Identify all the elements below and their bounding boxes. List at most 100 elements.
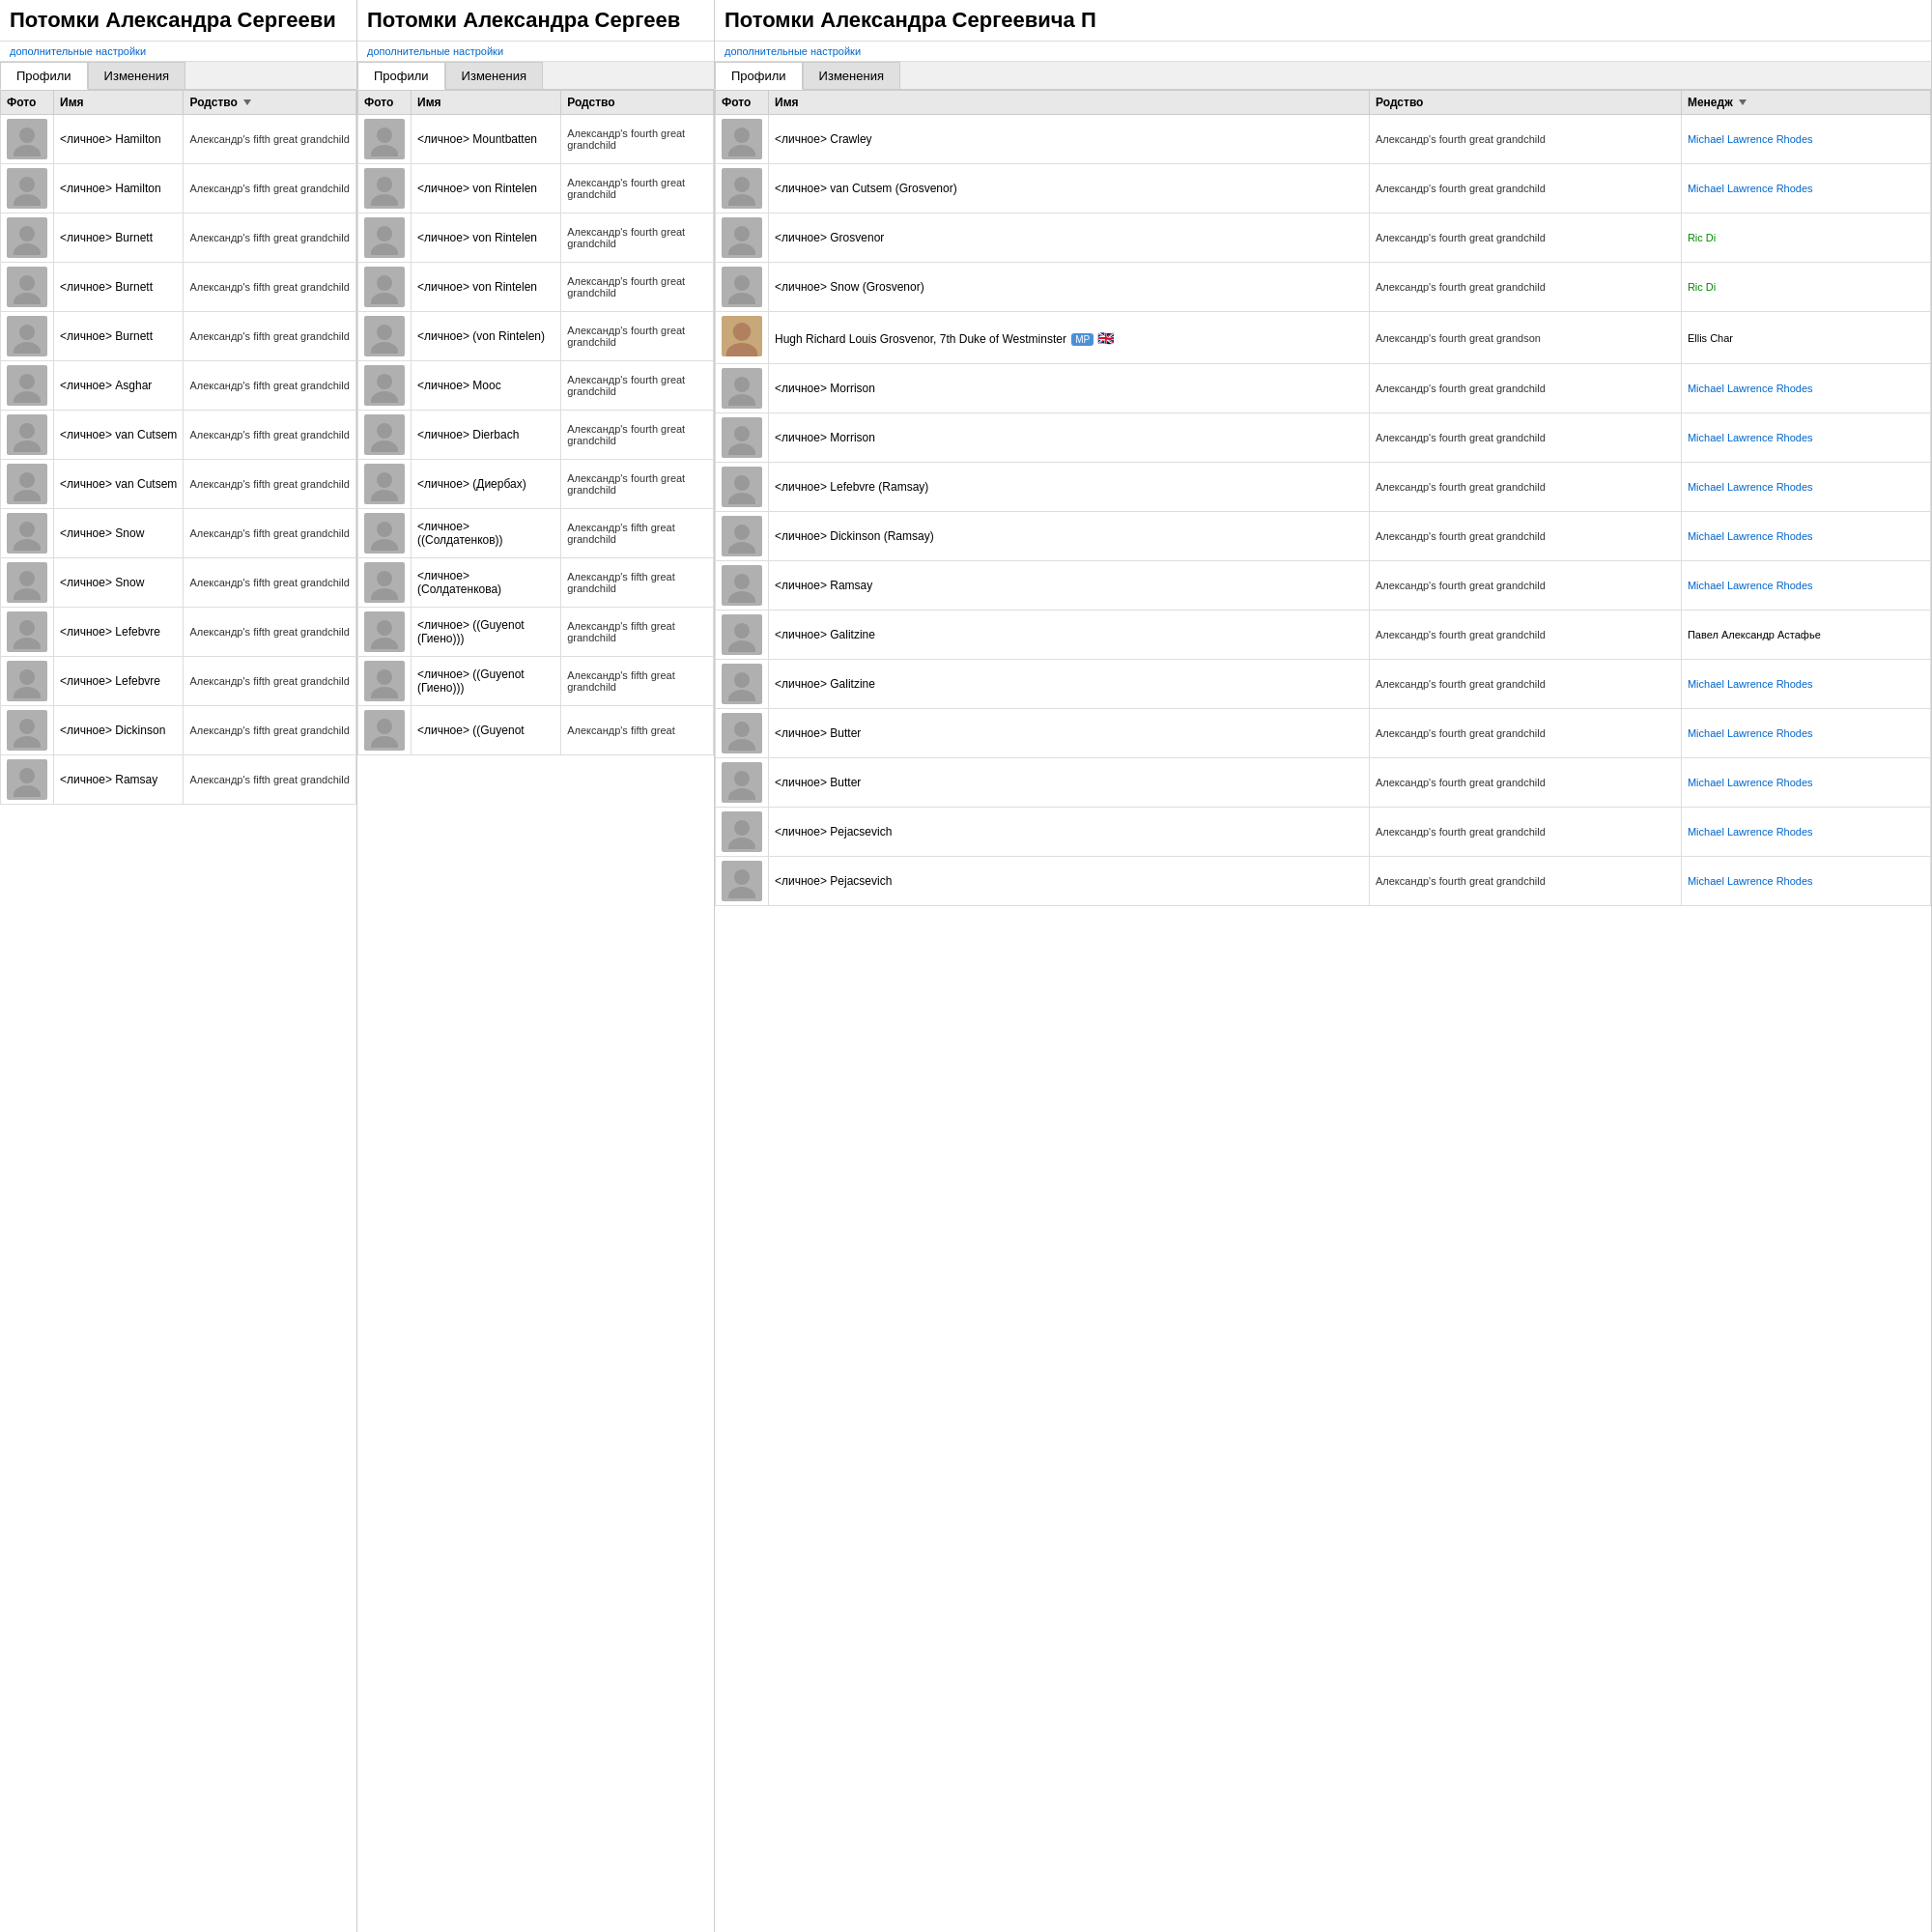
manager-cell[interactable]: Павел Александр Астафье [1681,611,1930,660]
name-cell[interactable]: <личное> von Rintelen [412,164,561,213]
manager-link[interactable]: Michael Lawrence Rhodes [1688,481,1813,493]
name-cell[interactable]: <личное> von Rintelen [412,263,561,312]
name-cell[interactable]: <личное> Galitzine [769,660,1370,709]
table-row[interactable]: <личное> von Rintelen Александр's fourth… [358,263,714,312]
name-cell[interactable]: <личное> Snow [54,509,184,558]
manager-link[interactable]: Michael Lawrence Rhodes [1688,383,1813,394]
panel-3-col-relation[interactable]: Родство [1370,91,1682,115]
panel-1-col-name[interactable]: Имя [54,91,184,115]
table-row[interactable]: <личное> Crawley Александр's fourth grea… [716,115,1931,164]
table-row[interactable]: <личное> van Cutsem Александр's fifth gr… [1,460,356,509]
name-cell[interactable]: <личное> ((Guyenot [412,706,561,755]
panel-2-col-name[interactable]: Имя [412,91,561,115]
table-row[interactable]: <личное> Pejacsevich Александр's fourth … [716,857,1931,906]
name-cell[interactable]: <личное> Pejacsevich [769,808,1370,857]
name-cell[interactable]: <личное> (Солдатенкова) [412,558,561,608]
table-row[interactable]: <личное> Burnett Александр's fifth great… [1,213,356,263]
name-cell[interactable]: <личное> ((Guyenot (Гиено))) [412,657,561,706]
manager-link[interactable]: Michael Lawrence Rhodes [1688,727,1813,739]
table-row[interactable]: <личное> (Солдатенкова) Александр's fift… [358,558,714,608]
manager-link[interactable]: Michael Lawrence Rhodes [1688,432,1813,443]
name-cell[interactable]: <личное> (Диербах) [412,460,561,509]
table-row[interactable]: <личное> Butter Александр's fourth great… [716,758,1931,808]
table-row[interactable]: <личное> von Rintelen Александр's fourth… [358,213,714,263]
manager-cell[interactable]: Ric Di [1681,213,1930,263]
table-row[interactable]: <личное> ((Guyenot Александр's fifth gre… [358,706,714,755]
table-row[interactable]: <личное> Snow Александр's fifth great gr… [1,509,356,558]
panel-3-tab-changes[interactable]: Изменения [803,62,900,89]
manager-link[interactable]: Ellis Char [1688,332,1733,344]
table-row[interactable]: <личное> Pejacsevich Александр's fourth … [716,808,1931,857]
manager-cell[interactable]: Michael Lawrence Rhodes [1681,364,1930,413]
name-cell[interactable]: <личное> Pejacsevich [769,857,1370,906]
table-row[interactable]: <личное> van Cutsem Александр's fifth gr… [1,411,356,460]
table-row[interactable]: <личное> Asghar Александр's fifth great … [1,361,356,411]
panel-3-col-name[interactable]: Имя [769,91,1370,115]
name-cell[interactable]: <личное> Ramsay [54,755,184,805]
manager-cell[interactable]: Michael Lawrence Rhodes [1681,808,1930,857]
panel-3-sub-settings[interactable]: дополнительные настройки [715,42,1931,62]
name-cell[interactable]: <личное> Crawley [769,115,1370,164]
table-row[interactable]: <личное> Burnett Александр's fifth great… [1,312,356,361]
manager-link[interactable]: Michael Lawrence Rhodes [1688,777,1813,788]
name-cell[interactable]: <личное> Dickinson [54,706,184,755]
table-row[interactable]: <личное> ((Guyenot (Гиено))) Александр's… [358,657,714,706]
table-row[interactable]: <личное> Grosvenor Александр's fourth gr… [716,213,1931,263]
table-row[interactable]: <личное> Snow (Grosvenor) Александр's fo… [716,263,1931,312]
table-row[interactable]: <личное> Dickinson (Ramsay) Александр's … [716,512,1931,561]
name-cell[interactable]: <личное> Asghar [54,361,184,411]
name-cell[interactable]: <личное> Dickinson (Ramsay) [769,512,1370,561]
name-cell[interactable]: <личное> van Cutsem [54,411,184,460]
manager-link[interactable]: Павел Александр Астафье [1688,629,1821,640]
name-cell[interactable]: <личное> Grosvenor [769,213,1370,263]
manager-link[interactable]: Michael Lawrence Rhodes [1688,183,1813,194]
panel-2-tab-changes[interactable]: Изменения [445,62,543,89]
manager-link[interactable]: Michael Lawrence Rhodes [1688,580,1813,591]
name-cell[interactable]: <личное> Lefebvre (Ramsay) [769,463,1370,512]
table-row[interactable]: <личное> Dickinson Александр's fifth gre… [1,706,356,755]
table-row[interactable]: <личное> ((Солдатенков)) Александр's fif… [358,509,714,558]
table-row[interactable]: <личное> Lefebvre (Ramsay) Александр's f… [716,463,1931,512]
manager-cell[interactable]: Michael Lawrence Rhodes [1681,709,1930,758]
manager-link[interactable]: Michael Lawrence Rhodes [1688,530,1813,542]
name-cell[interactable]: <личное> Mountbatten [412,115,561,164]
manager-link[interactable]: Ric Di [1688,281,1716,293]
manager-cell[interactable]: Michael Lawrence Rhodes [1681,164,1930,213]
table-row[interactable]: <личное> Galitzine Александр's fourth gr… [716,660,1931,709]
name-cell[interactable]: <личное> Dierbach [412,411,561,460]
manager-cell[interactable]: Michael Lawrence Rhodes [1681,463,1930,512]
table-row[interactable]: <личное> Snow Александр's fifth great gr… [1,558,356,608]
table-row[interactable]: <личное> Mountbatten Александр's fourth … [358,115,714,164]
manager-link[interactable]: Michael Lawrence Rhodes [1688,678,1813,690]
name-cell[interactable]: <личное> ((Guyenot (Гиено))) [412,608,561,657]
panel-3-col-manager[interactable]: Менедж [1681,91,1930,115]
table-row[interactable]: <личное> Butter Александр's fourth great… [716,709,1931,758]
name-cell[interactable]: <личное> Morrison [769,364,1370,413]
panel-1-sub-settings[interactable]: дополнительные настройки [0,42,356,62]
table-row[interactable]: <личное> Hamilton Александр's fifth grea… [1,164,356,213]
table-row[interactable]: <личное> (Диербах) Александр's fourth gr… [358,460,714,509]
manager-cell[interactable]: Ric Di [1681,263,1930,312]
name-cell[interactable]: <личное> van Cutsem [54,460,184,509]
table-row[interactable]: <личное> Mooc Александр's fourth great g… [358,361,714,411]
table-row[interactable]: <личное> (von Rintelen) Александр's four… [358,312,714,361]
name-cell[interactable]: <личное> Hamilton [54,115,184,164]
name-cell[interactable]: <личное> Galitzine [769,611,1370,660]
panel-2-sub-settings[interactable]: дополнительные настройки [357,42,714,62]
name-cell[interactable]: <личное> Burnett [54,263,184,312]
table-row[interactable]: <личное> von Rintelen Александр's fourth… [358,164,714,213]
manager-cell[interactable]: Michael Lawrence Rhodes [1681,512,1930,561]
table-row[interactable]: <личное> Morrison Александр's fourth gre… [716,364,1931,413]
name-cell[interactable]: <личное> Lefebvre [54,657,184,706]
panel-1-tab-profiles[interactable]: Профили [0,62,88,90]
table-row[interactable]: <личное> Dierbach Александр's fourth gre… [358,411,714,460]
manager-cell[interactable]: Michael Lawrence Rhodes [1681,857,1930,906]
manager-cell[interactable]: Michael Lawrence Rhodes [1681,660,1930,709]
panel-1-col-relation[interactable]: Родство [184,91,356,115]
table-row[interactable]: <личное> van Cutsem (Grosvenor) Александ… [716,164,1931,213]
table-row[interactable]: <личное> Burnett Александр's fifth great… [1,263,356,312]
table-row[interactable]: <личное> ((Guyenot (Гиено))) Александр's… [358,608,714,657]
table-row[interactable]: <личное> Hamilton Александр's fifth grea… [1,115,356,164]
name-cell[interactable]: <личное> Butter [769,758,1370,808]
panel-1-tab-changes[interactable]: Изменения [88,62,185,89]
